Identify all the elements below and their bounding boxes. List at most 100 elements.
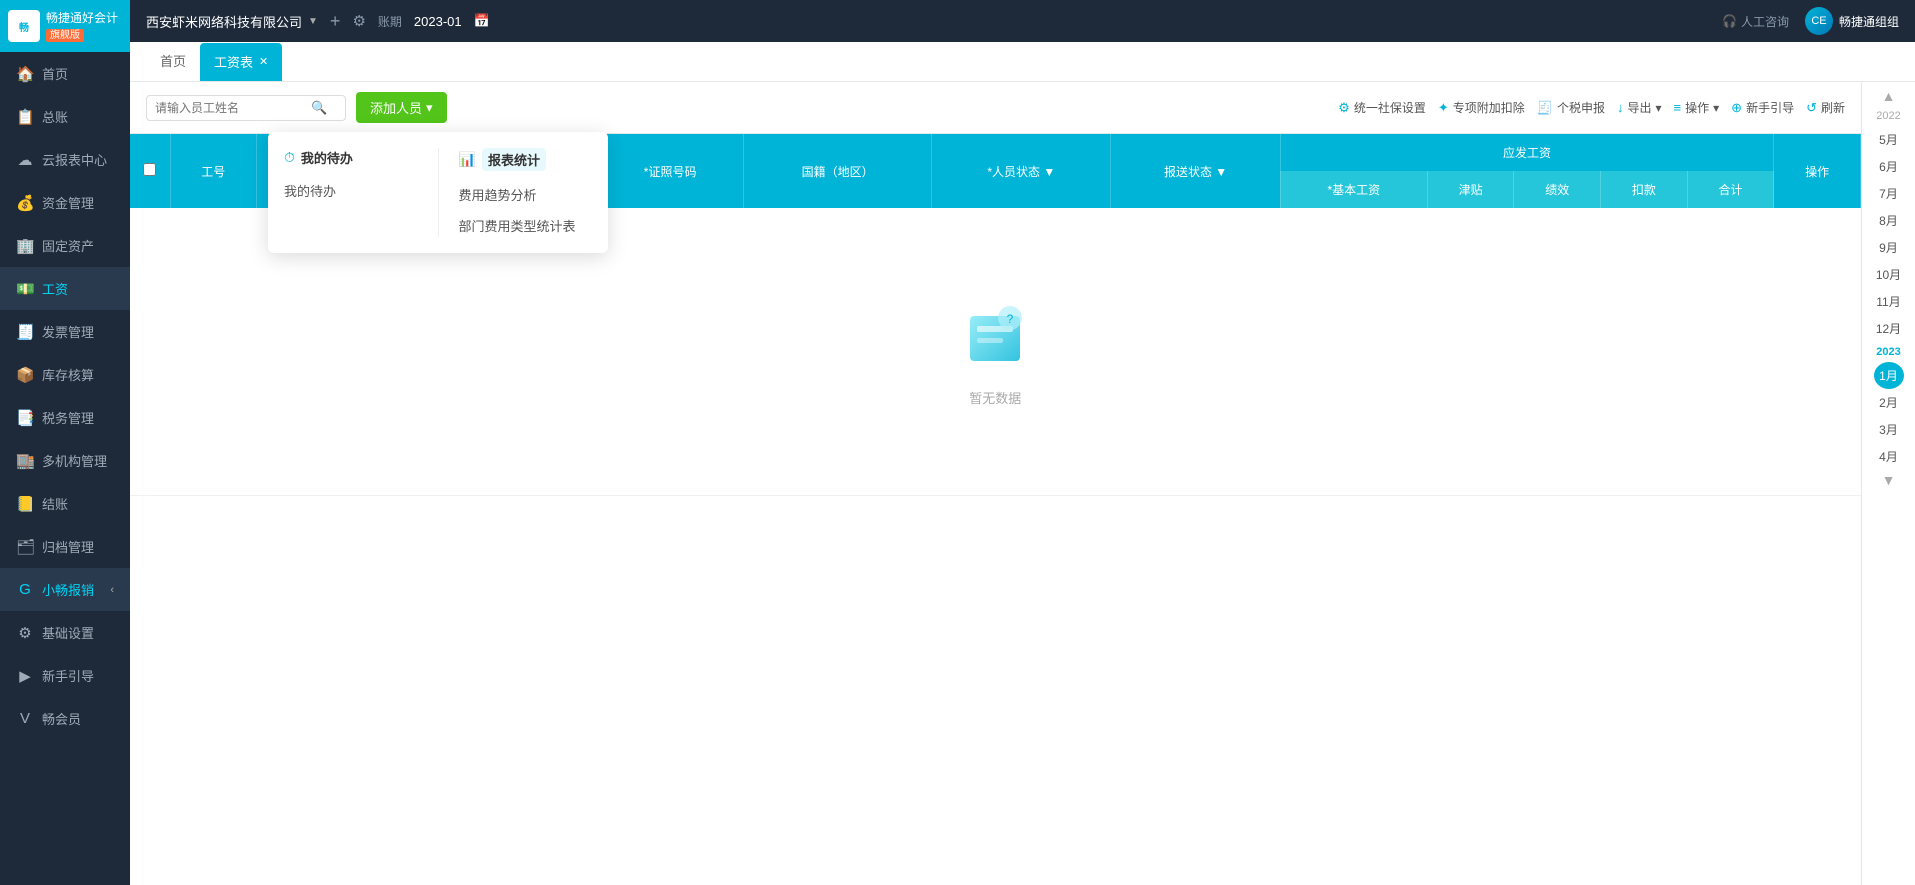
search-input[interactable] xyxy=(155,101,305,115)
month-2023-04[interactable]: 4月 xyxy=(1862,443,1915,470)
month-2022-11[interactable]: 11月 xyxy=(1862,288,1915,315)
operations-label: 操作 xyxy=(1685,99,1709,116)
cloud-icon: ☁ xyxy=(16,151,34,169)
header-settings-button[interactable]: ⚙ xyxy=(352,12,365,30)
company-selector[interactable]: 西安虾米网络科技有限公司 ▼ xyxy=(146,12,318,31)
sidebar-item-invoice[interactable]: 🧾 发票管理 xyxy=(0,310,130,353)
month-2023-01[interactable]: 1月 xyxy=(1874,362,1904,389)
company-name: 西安虾米网络科技有限公司 xyxy=(146,12,302,31)
col-performance: 绩效 xyxy=(1514,171,1601,208)
invoice-icon: 🧾 xyxy=(16,323,34,341)
sidebar-item-close-account[interactable]: 📒 结账 xyxy=(0,482,130,525)
settings-icon: ⚙ xyxy=(16,624,34,642)
add-person-button[interactable]: 添加人员 ▾ xyxy=(356,92,447,123)
header-add-button[interactable]: + xyxy=(330,11,341,32)
sidebar-item-archive[interactable]: 🗂 归档管理 xyxy=(0,525,130,568)
multi-icon: 🏬 xyxy=(16,452,34,470)
month-2023-03[interactable]: 3月 xyxy=(1862,416,1915,443)
avatar: CE xyxy=(1805,7,1833,35)
calendar-icon[interactable]: 📅 xyxy=(474,13,490,29)
service-button[interactable]: 🎧 人工咨询 xyxy=(1722,13,1789,30)
month-2022-06[interactable]: 6月 xyxy=(1862,153,1915,180)
expense-icon: G xyxy=(16,581,34,598)
sidebar-label-assets: 固定资产 xyxy=(42,236,94,255)
tab-close-button[interactable]: ✕ xyxy=(259,55,268,68)
header-right-area: 🎧 人工咨询 CE 畅捷通组组 xyxy=(1722,7,1899,35)
export-arrow-icon: ▾ xyxy=(1655,101,1661,115)
tab-salary[interactable]: 工资表 ✕ xyxy=(200,43,282,81)
home-icon: 🏠 xyxy=(16,65,34,83)
sidebar-item-vip[interactable]: V 畅会员 xyxy=(0,697,130,740)
add-person-label: 添加人员 xyxy=(370,98,422,117)
close-account-icon: 📒 xyxy=(16,495,34,513)
tab-salary-label: 工资表 xyxy=(214,52,253,71)
salary-icon: 💵 xyxy=(16,280,34,298)
col-status: *人员状态 ▼ xyxy=(932,134,1111,208)
pending-col-icon: ⏱ xyxy=(284,149,295,166)
report-item-1[interactable]: 费用趋势分析 xyxy=(459,183,593,206)
sidebar-label-multi: 多机构管理 xyxy=(42,451,107,470)
month-2022-12[interactable]: 12月 xyxy=(1862,315,1915,342)
guide-icon: ⊕ xyxy=(1731,100,1742,116)
month-2022-07[interactable]: 7月 xyxy=(1862,180,1915,207)
toolbar-right: ⚙ 统一社保设置 ✦ 专项附加扣除 🧾 个税申报 ↓ 导出 ▾ xyxy=(1338,99,1845,116)
tab-home[interactable]: 首页 xyxy=(146,43,200,81)
export-button[interactable]: ↓ 导出 ▾ xyxy=(1617,99,1662,116)
sidebar-label-inventory: 库存核算 xyxy=(42,365,94,384)
operations-button[interactable]: ≡ 操作 ▾ xyxy=(1674,99,1720,116)
sidebar-item-inventory[interactable]: 📦 库存核算 xyxy=(0,353,130,396)
month-2022-09[interactable]: 9月 xyxy=(1862,234,1915,261)
search-box: 🔍 xyxy=(146,95,346,121)
select-all-checkbox[interactable] xyxy=(143,163,156,176)
sidebar-item-expense[interactable]: G 小畅报销 ‹ xyxy=(0,568,130,611)
col-total: 合计 xyxy=(1687,171,1774,208)
refresh-button[interactable]: ↺ 刷新 xyxy=(1806,99,1845,116)
sidebar-item-salary[interactable]: 💵 工资 xyxy=(0,267,130,310)
refresh-icon: ↺ xyxy=(1806,100,1817,116)
sidebar-label-invoice: 发票管理 xyxy=(42,322,94,341)
inventory-icon: 📦 xyxy=(16,366,34,384)
sidebar-item-assets[interactable]: 🏢 固定资产 xyxy=(0,224,130,267)
finance-icon: 💰 xyxy=(16,194,34,212)
service-label: 人工咨询 xyxy=(1741,13,1789,30)
user-area[interactable]: CE 畅捷通组组 xyxy=(1805,7,1899,35)
sidebar-item-guide[interactable]: ▶ 新手引导 xyxy=(0,654,130,697)
tax-report-button[interactable]: 🧾 个税申报 xyxy=(1537,99,1605,116)
sidebar-label-close: 结账 xyxy=(42,494,68,513)
user-name: 畅捷通组组 xyxy=(1839,13,1899,30)
col-base-salary: *基本工资 xyxy=(1280,171,1427,208)
sidebar-label-settings: 基础设置 xyxy=(42,623,94,642)
app-name: 畅捷通好会计 xyxy=(46,11,118,27)
sidebar-item-tax[interactable]: 📑 税务管理 xyxy=(0,396,130,439)
month-prev-button[interactable]: ▲ xyxy=(1862,86,1915,106)
sidebar-item-settings[interactable]: ⚙ 基础设置 xyxy=(0,611,130,654)
checkbox-header[interactable] xyxy=(130,134,170,208)
sidebar-item-finance[interactable]: 💰 资金管理 xyxy=(0,181,130,224)
sidebar-label-ledger: 总账 xyxy=(42,107,68,126)
month-2022-10[interactable]: 10月 xyxy=(1862,261,1915,288)
social-security-button[interactable]: ⚙ 统一社保设置 xyxy=(1338,99,1426,116)
sidebar-item-ledger[interactable]: 📋 总账 xyxy=(0,95,130,138)
top-header: 西安虾米网络科技有限公司 ▼ + ⚙ 账期 2023-01 📅 🎧 人工咨询 C… xyxy=(130,0,1915,42)
sidebar-item-home[interactable]: 🏠 首页 xyxy=(0,52,130,95)
app-logo[interactable]: 畅 畅捷通好会计 旗舰版 xyxy=(0,0,130,52)
svg-text:?: ? xyxy=(1007,312,1014,326)
tabs-bar: 首页 工资表 ✕ xyxy=(130,42,1915,82)
sidebar-item-cloud-report[interactable]: ☁ 云报表中心 xyxy=(0,138,130,181)
guide-button[interactable]: ⊕ 新手引导 xyxy=(1731,99,1794,116)
report-col-header: 📊 报表统计 xyxy=(459,148,593,171)
month-panel: ▲ 2022 5月 6月 7月 8月 9月 10月 11月 12月 2023 1… xyxy=(1861,82,1915,885)
month-next-button[interactable]: ▼ xyxy=(1862,470,1915,490)
sidebar-item-multi[interactable]: 🏬 多机构管理 xyxy=(0,439,130,482)
period-value: 2023-01 xyxy=(414,14,462,29)
sidebar-label-expense: 小畅报销 xyxy=(42,580,94,599)
month-2023-02[interactable]: 2月 xyxy=(1862,389,1915,416)
empty-text: 暂无数据 xyxy=(969,388,1021,407)
month-2022-05[interactable]: 5月 xyxy=(1862,126,1915,153)
pending-item-1[interactable]: 我的待办 xyxy=(284,179,418,202)
report-item-2[interactable]: 部门费用类型统计表 xyxy=(459,214,593,237)
operations-icon: ≡ xyxy=(1674,100,1682,115)
month-2022-08[interactable]: 8月 xyxy=(1862,207,1915,234)
pending-col-title: 我的待办 xyxy=(301,148,353,167)
special-deduct-button[interactable]: ✦ 专项附加扣除 xyxy=(1438,99,1525,116)
